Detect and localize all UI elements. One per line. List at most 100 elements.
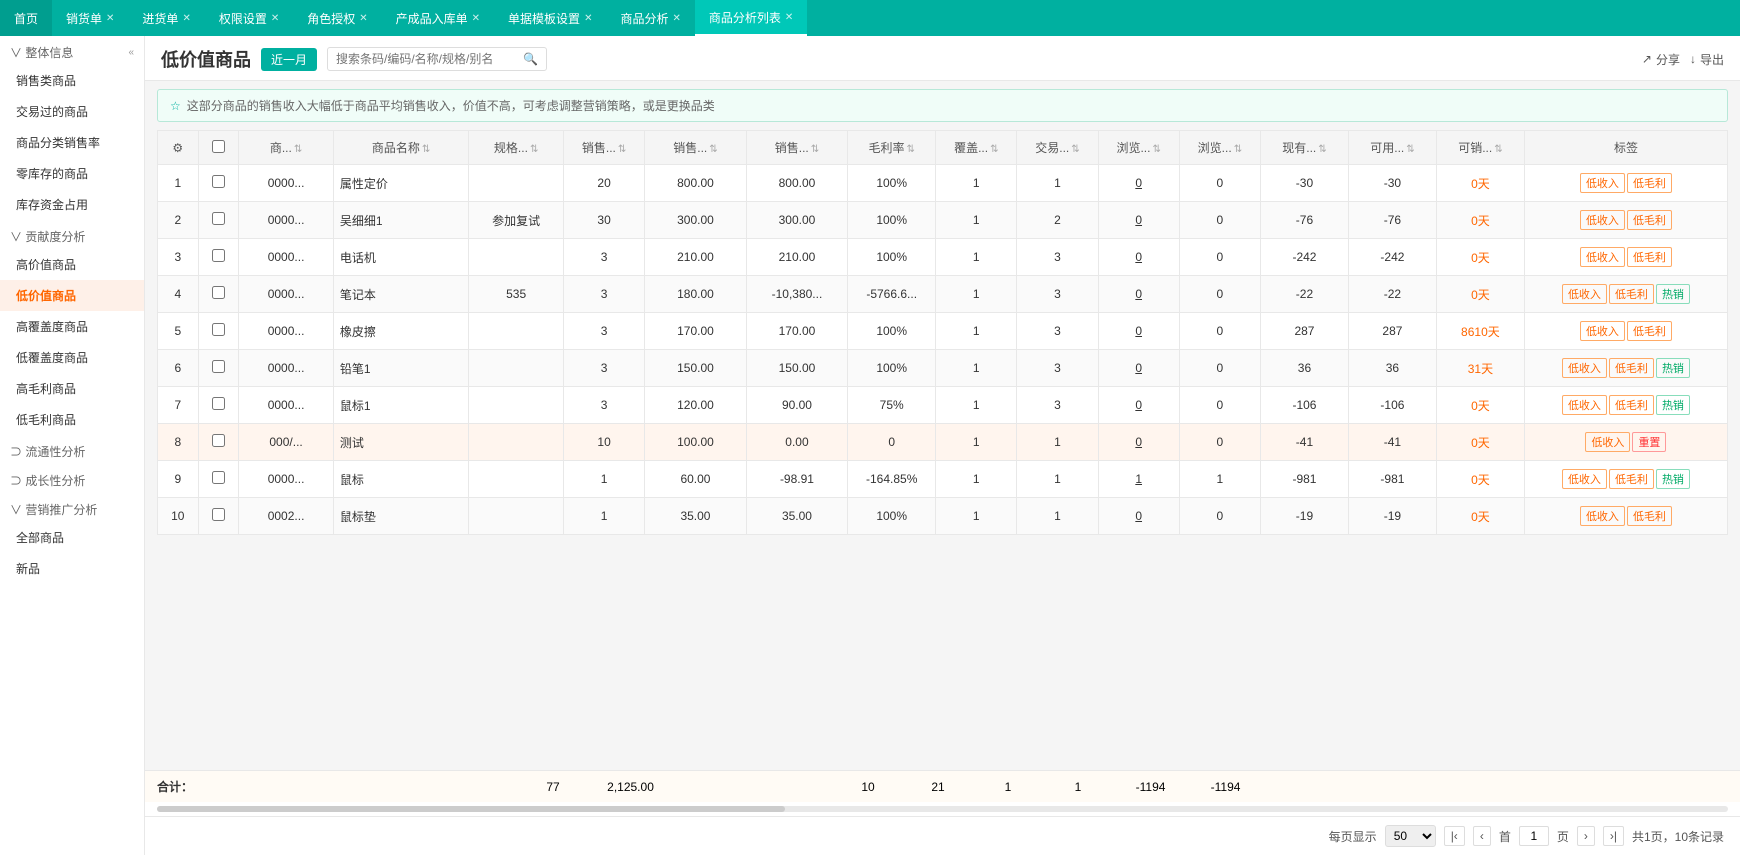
sidebar-item-zero-stock[interactable]: 零库存的商品 <box>0 158 144 189</box>
view1-link[interactable]: 0 <box>1135 250 1142 264</box>
row-checkbox[interactable] <box>198 239 239 276</box>
nav-permissions[interactable]: 权限设置 ✕ <box>205 0 293 36</box>
row-checkbox[interactable] <box>198 313 239 350</box>
col-header-view1[interactable]: 浏览...⇅ <box>1098 131 1179 165</box>
nav-sales-close[interactable]: ✕ <box>106 13 114 24</box>
col-header-cover[interactable]: 覆盖...⇅ <box>936 131 1017 165</box>
nav-purchase[interactable]: 进货单 ✕ <box>128 0 204 36</box>
share-button[interactable]: ↗ 分享 <box>1642 51 1680 68</box>
next-page-btn[interactable]: › <box>1577 826 1595 846</box>
row-checkbox[interactable] <box>198 350 239 387</box>
nav-analysis-list[interactable]: 商品分析列表 ✕ <box>695 0 807 36</box>
sidebar-item-high-margin[interactable]: 高毛利商品 <box>0 373 144 404</box>
nav-inventory-close[interactable]: ✕ <box>472 13 480 24</box>
filter-button[interactable]: 近一月 <box>261 48 317 71</box>
row-checkbox[interactable] <box>198 424 239 461</box>
sidebar-item-low-coverage[interactable]: 低覆盖度商品 <box>0 342 144 373</box>
row-select[interactable] <box>212 360 225 373</box>
nav-template-close[interactable]: ✕ <box>584 13 592 24</box>
view1-link[interactable]: 0 <box>1135 324 1142 338</box>
view1-link[interactable]: 0 <box>1135 435 1142 449</box>
row-select[interactable] <box>212 249 225 262</box>
last-page-btn[interactable]: ›| <box>1603 826 1624 846</box>
row-select[interactable] <box>212 175 225 188</box>
row-view1[interactable]: 0 <box>1098 387 1179 424</box>
nav-analysis-close[interactable]: ✕ <box>672 13 680 24</box>
nav-analysis-list-close[interactable]: ✕ <box>785 12 793 23</box>
horizontal-scrollbar[interactable] <box>157 806 1728 812</box>
view1-link[interactable]: 0 <box>1135 509 1142 523</box>
row-view1[interactable]: 0 <box>1098 165 1179 202</box>
sidebar-group-marketing[interactable]: ∨ 营销推广分析 <box>0 493 144 522</box>
row-select[interactable] <box>212 323 225 336</box>
col-header-trade[interactable]: 交易...⇅ <box>1017 131 1098 165</box>
page-input[interactable] <box>1519 826 1549 846</box>
row-checkbox[interactable] <box>198 165 239 202</box>
prev-page-btn[interactable]: ‹ <box>1473 826 1491 846</box>
sidebar-item-new-goods[interactable]: 新品 <box>0 553 144 584</box>
scrollbar-thumb[interactable] <box>157 806 785 812</box>
row-checkbox[interactable] <box>198 387 239 424</box>
col-header-name[interactable]: 商品名称⇅ <box>333 131 468 165</box>
view1-link[interactable]: 0 <box>1135 398 1142 412</box>
sidebar-item-low-margin[interactable]: 低毛利商品 <box>0 404 144 435</box>
row-view1[interactable]: 0 <box>1098 239 1179 276</box>
col-header-cost[interactable]: 销售...⇅ <box>746 131 848 165</box>
sidebar-group-liquidity[interactable]: ⊃ 流通性分析 <box>0 435 144 464</box>
sidebar-item-high-coverage[interactable]: 高覆盖度商品 <box>0 311 144 342</box>
export-button[interactable]: ↓ 导出 <box>1690 51 1724 68</box>
row-checkbox[interactable] <box>198 202 239 239</box>
nav-inventory[interactable]: 产成品入库单 ✕ <box>382 0 494 36</box>
first-page-btn[interactable]: |‹ <box>1444 826 1465 846</box>
row-view1[interactable]: 0 <box>1098 498 1179 535</box>
row-select[interactable] <box>212 434 225 447</box>
sidebar-group-growth[interactable]: ⊃ 成长性分析 <box>0 464 144 493</box>
row-checkbox[interactable] <box>198 498 239 535</box>
view1-link[interactable]: 0 <box>1135 361 1142 375</box>
nav-purchase-close[interactable]: ✕ <box>182 13 190 24</box>
col-header-code[interactable]: 商...⇅ <box>239 131 334 165</box>
view1-link[interactable]: 0 <box>1135 176 1142 190</box>
col-header-stock[interactable]: 现有...⇅ <box>1260 131 1348 165</box>
sidebar-group-overall[interactable]: ∨ 整体信息 « <box>0 36 144 65</box>
row-view1[interactable]: 0 <box>1098 202 1179 239</box>
nav-roles[interactable]: 角色授权 ✕ <box>293 0 381 36</box>
col-settings[interactable]: ⚙ <box>158 131 199 165</box>
row-select[interactable] <box>212 508 225 521</box>
col-header-amt[interactable]: 销售...⇅ <box>645 131 747 165</box>
col-header-spec[interactable]: 规格...⇅ <box>469 131 564 165</box>
view1-link[interactable]: 0 <box>1135 213 1142 227</box>
row-select[interactable] <box>212 212 225 225</box>
row-view1[interactable]: 1 <box>1098 461 1179 498</box>
nav-template[interactable]: 单据模板设置 ✕ <box>494 0 606 36</box>
settings-icon[interactable]: ⚙ <box>172 141 183 155</box>
row-checkbox[interactable] <box>198 461 239 498</box>
sidebar-item-traded-goods[interactable]: 交易过的商品 <box>0 96 144 127</box>
sidebar-item-high-value[interactable]: 高价值商品 <box>0 249 144 280</box>
row-view1[interactable]: 0 <box>1098 350 1179 387</box>
view1-link[interactable]: 0 <box>1135 287 1142 301</box>
sidebar-item-all-goods[interactable]: 全部商品 <box>0 522 144 553</box>
nav-sales[interactable]: 销货单 ✕ <box>52 0 128 36</box>
row-view1[interactable]: 0 <box>1098 424 1179 461</box>
row-checkbox[interactable] <box>198 276 239 313</box>
col-checkbox-header[interactable] <box>198 131 239 165</box>
sidebar-item-low-value[interactable]: 低价值商品 <box>0 280 144 311</box>
table-container[interactable]: ⚙ 商...⇅ 商品名称⇅ 规格...⇅ <box>145 130 1740 770</box>
search-input[interactable] <box>336 52 519 66</box>
row-view1[interactable]: 0 <box>1098 276 1179 313</box>
per-page-select[interactable]: 50 20 100 <box>1385 825 1436 847</box>
sidebar-item-category-rate[interactable]: 商品分类销售率 <box>0 127 144 158</box>
row-view1[interactable]: 0 <box>1098 313 1179 350</box>
search-icon[interactable]: 🔍 <box>523 52 538 66</box>
nav-home[interactable]: 首页 <box>0 0 52 36</box>
nav-analysis[interactable]: 商品分析 ✕ <box>606 0 694 36</box>
sidebar-item-sales-goods[interactable]: 销售类商品 <box>0 65 144 96</box>
select-all-checkbox[interactable] <box>212 140 225 153</box>
view1-link[interactable]: 1 <box>1135 472 1142 486</box>
sidebar-item-capital[interactable]: 库存资金占用 <box>0 189 144 220</box>
col-header-qty[interactable]: 销售...⇅ <box>564 131 645 165</box>
row-select[interactable] <box>212 397 225 410</box>
col-header-sellable[interactable]: 可销...⇅ <box>1436 131 1524 165</box>
col-header-margin[interactable]: 毛利率⇅ <box>848 131 936 165</box>
